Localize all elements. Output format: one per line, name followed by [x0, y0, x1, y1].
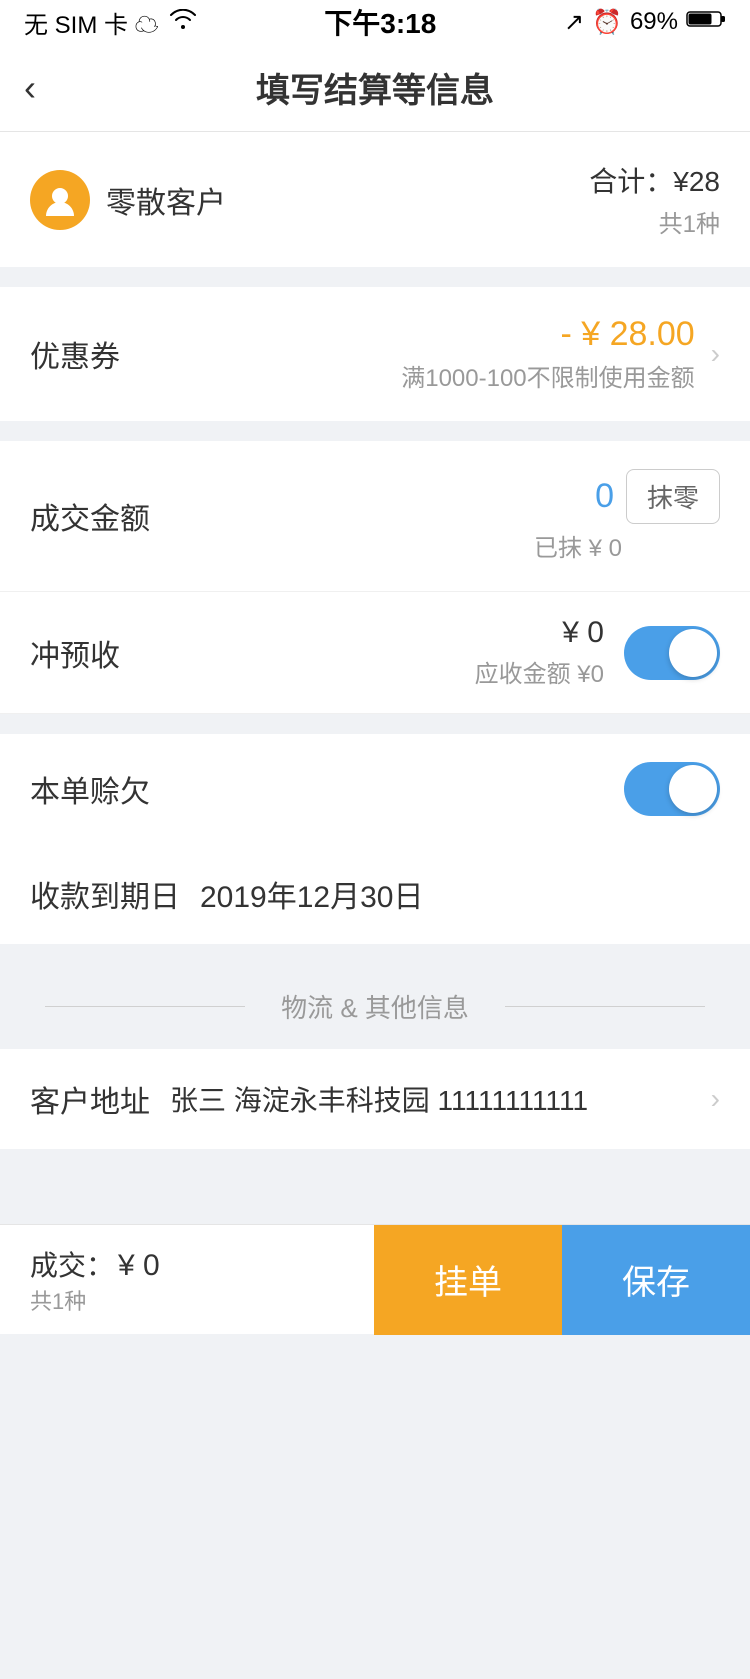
bottom-bar: 成交： ¥ 0 共1种 挂单 保存 — [0, 1224, 750, 1334]
coupon-right: - ¥ 28.00 满1000-100不限制使用金额 › — [150, 315, 720, 393]
save-button[interactable]: 保存 — [562, 1225, 750, 1335]
prepayment-toggle[interactable] — [624, 626, 720, 680]
back-button[interactable]: ‹ — [24, 67, 36, 109]
credit-label: 本单赊欠 — [30, 767, 150, 811]
coupon-row[interactable]: 优惠券 - ¥ 28.00 满1000-100不限制使用金额 › — [0, 287, 750, 421]
customer-name: 零散客户 — [106, 178, 226, 222]
deal-amount-input[interactable] — [534, 477, 614, 516]
wifi-icon — [169, 8, 197, 36]
credit-toggle-knob — [669, 765, 717, 813]
due-date-row[interactable]: 收款到期日 2019年12月30日 — [0, 844, 750, 944]
due-date-label: 收款到期日 — [30, 872, 180, 916]
credit-row: 本单赊欠 — [0, 734, 750, 844]
nav-bar: ‹ 填写结算等信息 — [0, 44, 750, 132]
hang-button[interactable]: 挂单 — [374, 1225, 562, 1335]
status-left: 无 SIM 卡 ☁ — [24, 5, 197, 40]
customer-left: 零散客户 — [30, 170, 226, 230]
address-row[interactable]: 客户地址 张三 海淀永丰科技园 11111111111 › — [0, 1049, 750, 1149]
deal-amount-right: 抹零 已抹 ¥ 0 — [150, 469, 720, 563]
customer-right: 合计：¥28 共1种 — [589, 160, 720, 239]
deal-amount-value-wrap: 抹零 已抹 ¥ 0 — [534, 469, 720, 563]
bottom-deal-info: 成交： ¥ 0 共1种 — [0, 1244, 374, 1316]
deal-amount-label: 成交金额 — [30, 494, 150, 538]
address-value: 张三 海淀永丰科技园 11111111111 — [170, 1079, 711, 1119]
divider-2 — [0, 421, 750, 441]
deal-amount-row: 成交金额 抹零 已抹 ¥ 0 — [0, 441, 750, 592]
bottom-deal-count: 共1种 — [30, 1284, 344, 1316]
prepayment-value-wrap: ¥ 0 应收金额 ¥0 — [475, 616, 604, 689]
alarm-icon: ⏰ — [592, 8, 622, 37]
coupon-sub: 满1000-100不限制使用金额 — [401, 358, 694, 393]
customer-count: 共1种 — [589, 204, 720, 239]
battery-label: 69% — [630, 8, 678, 36]
prepayment-label: 冲预收 — [30, 631, 120, 675]
prepayment-row: 冲预收 ¥ 0 应收金额 ¥0 — [0, 592, 750, 714]
credit-section: 本单赊欠 收款到期日 2019年12月30日 — [0, 734, 750, 944]
location-icon: ↗ — [564, 8, 584, 37]
divider-1 — [0, 267, 750, 287]
customer-row[interactable]: 零散客户 合计：¥28 共1种 — [0, 132, 750, 267]
customer-total: 合计：¥28 — [589, 160, 720, 200]
logistics-header: 物流 & 其他信息 — [0, 964, 750, 1049]
chevron-right-icon: › — [711, 338, 720, 370]
coupon-value: - ¥ 28.00 — [401, 315, 694, 354]
battery-icon — [686, 8, 726, 36]
header-line-right — [505, 1006, 705, 1007]
deal-section: 成交金额 抹零 已抹 ¥ 0 冲预收 ¥ 0 应收金额 ¥0 — [0, 441, 750, 714]
prepayment-right: ¥ 0 应收金额 ¥0 — [475, 616, 720, 689]
coupon-section: 优惠券 - ¥ 28.00 满1000-100不限制使用金额 › — [0, 287, 750, 421]
toggle-knob — [669, 629, 717, 677]
prepayment-value: ¥ 0 — [475, 616, 604, 650]
no-sim-label: 无 SIM 卡 ☁ — [24, 5, 159, 40]
main-content: 零散客户 合计：¥28 共1种 优惠券 - ¥ 28.00 满1000-100不… — [0, 132, 750, 1679]
address-chevron-icon: › — [711, 1083, 720, 1115]
page-title: 填写结算等信息 — [256, 63, 494, 112]
prepayment-sub: 应收金额 ¥0 — [475, 654, 604, 689]
header-line-left — [45, 1006, 245, 1007]
bottom-spacer — [0, 1149, 750, 1549]
bottom-deal-value: ¥ 0 — [118, 1249, 160, 1283]
address-label: 客户地址 — [30, 1077, 150, 1121]
status-bar: 无 SIM 卡 ☁ 下午3:18 ↗ ⏰ 69% — [0, 0, 750, 44]
due-date-value: 2019年12月30日 — [200, 872, 423, 916]
logistics-header-text: 物流 & 其他信息 — [281, 988, 469, 1025]
status-right: ↗ ⏰ 69% — [564, 8, 726, 37]
coupon-value-wrap: - ¥ 28.00 满1000-100不限制使用金额 — [401, 315, 694, 393]
round-zero-button[interactable]: 抹零 — [626, 469, 720, 524]
status-time: 下午3:18 — [324, 2, 436, 42]
bottom-deal-label: 成交： — [30, 1244, 114, 1284]
coupon-label: 优惠券 — [30, 332, 150, 376]
divider-4 — [0, 944, 750, 964]
divider-3 — [0, 714, 750, 734]
customer-avatar — [30, 170, 90, 230]
credit-toggle[interactable] — [624, 762, 720, 816]
already-zeroed-label: 已抹 ¥ 0 — [534, 528, 720, 563]
